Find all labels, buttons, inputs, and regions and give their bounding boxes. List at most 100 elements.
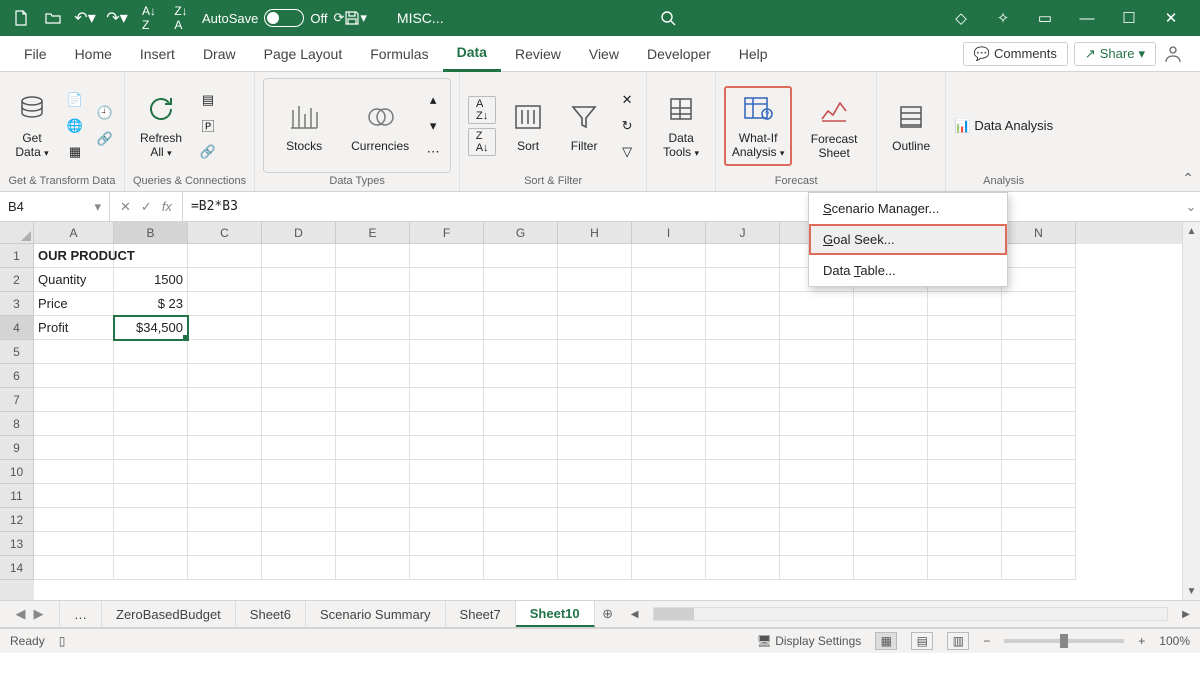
maximize-button[interactable]: ☐ — [1108, 0, 1150, 36]
cell-C14[interactable] — [188, 556, 262, 580]
cell-J13[interactable] — [706, 532, 780, 556]
data-tools-button[interactable]: DataTools ▾ — [655, 86, 707, 166]
menu-scenario-manager[interactable]: Scenario Manager... — [809, 193, 1007, 224]
cell-A3[interactable]: Price — [34, 292, 114, 316]
cell-H2[interactable] — [558, 268, 632, 292]
hscroll-track[interactable] — [653, 607, 1168, 621]
undo-icon[interactable]: ↶▾ — [72, 5, 98, 31]
cell-J11[interactable] — [706, 484, 780, 508]
cell-L4[interactable] — [854, 316, 928, 340]
name-box[interactable]: B4 ▾ — [0, 192, 110, 221]
get-data-button[interactable]: GetData ▾ — [8, 86, 56, 166]
search-icon[interactable] — [660, 10, 676, 26]
row-header-10[interactable]: 10 — [0, 460, 34, 484]
cell-N7[interactable] — [1002, 388, 1076, 412]
new-file-icon[interactable] — [8, 5, 34, 31]
row-header-12[interactable]: 12 — [0, 508, 34, 532]
cell-I11[interactable] — [632, 484, 706, 508]
cell-F6[interactable] — [410, 364, 484, 388]
cell-G9[interactable] — [484, 436, 558, 460]
page-break-view-button[interactable]: ▥ — [947, 632, 969, 650]
from-text-icon[interactable]: 📄 — [64, 89, 86, 111]
cell-H13[interactable] — [558, 532, 632, 556]
sort-asc-icon[interactable]: A↓Z — [136, 5, 162, 31]
cell-L3[interactable] — [854, 292, 928, 316]
menu-data-table[interactable]: Data Table... — [809, 255, 1007, 286]
cell-E5[interactable] — [336, 340, 410, 364]
row-header-2[interactable]: 2 — [0, 268, 34, 292]
cell-C11[interactable] — [188, 484, 262, 508]
currencies-button[interactable]: Currencies — [346, 86, 414, 166]
cell-D4[interactable] — [262, 316, 336, 340]
horizontal-scrollbar[interactable]: ◀ ▶ — [621, 607, 1200, 621]
row-header-13[interactable]: 13 — [0, 532, 34, 556]
sheet-tab-sheet6[interactable]: Sheet6 — [236, 601, 306, 627]
col-header-F[interactable]: F — [410, 222, 484, 244]
zoom-level[interactable]: 100% — [1159, 634, 1190, 648]
outline-button[interactable]: Outline — [885, 86, 937, 166]
cell-A10[interactable] — [34, 460, 114, 484]
cell-N10[interactable] — [1002, 460, 1076, 484]
tab-home[interactable]: Home — [61, 36, 126, 72]
cell-A1[interactable]: OUR PRODUCT — [34, 244, 114, 268]
menu-goal-seek[interactable]: Goal Seek... — [809, 224, 1007, 255]
cell-F8[interactable] — [410, 412, 484, 436]
close-button[interactable]: ✕ — [1150, 0, 1192, 36]
gallery-up-icon[interactable]: ▴ — [422, 89, 444, 111]
tab-view[interactable]: View — [575, 36, 633, 72]
cell-I3[interactable] — [632, 292, 706, 316]
save-icon[interactable] — [344, 10, 360, 26]
cell-E9[interactable] — [336, 436, 410, 460]
row-header-8[interactable]: 8 — [0, 412, 34, 436]
cell-N6[interactable] — [1002, 364, 1076, 388]
cell-H14[interactable] — [558, 556, 632, 580]
cell-E4[interactable] — [336, 316, 410, 340]
cell-I1[interactable] — [632, 244, 706, 268]
cell-K3[interactable] — [780, 292, 854, 316]
cell-H3[interactable] — [558, 292, 632, 316]
cell-M4[interactable] — [928, 316, 1002, 340]
cell-C6[interactable] — [188, 364, 262, 388]
cell-G13[interactable] — [484, 532, 558, 556]
macro-record-icon[interactable]: ▯ — [59, 634, 66, 648]
forecast-sheet-button[interactable]: ForecastSheet — [800, 86, 868, 166]
cell-A8[interactable] — [34, 412, 114, 436]
scroll-right-icon[interactable]: ▶ — [1178, 609, 1194, 620]
cell-C1[interactable] — [188, 244, 262, 268]
cell-G8[interactable] — [484, 412, 558, 436]
cell-F12[interactable] — [410, 508, 484, 532]
cell-F7[interactable] — [410, 388, 484, 412]
cell-B13[interactable] — [114, 532, 188, 556]
stocks-button[interactable]: Stocks — [270, 86, 338, 166]
cell-J9[interactable] — [706, 436, 780, 460]
cell-D6[interactable] — [262, 364, 336, 388]
cell-G12[interactable] — [484, 508, 558, 532]
tab-developer[interactable]: Developer — [633, 36, 725, 72]
filter-button[interactable]: Filter — [560, 86, 608, 166]
chevron-down-icon[interactable]: ▾ — [94, 199, 101, 215]
cell-A7[interactable] — [34, 388, 114, 412]
tab-review[interactable]: Review — [501, 36, 575, 72]
cell-D13[interactable] — [262, 532, 336, 556]
row-header-14[interactable]: 14 — [0, 556, 34, 580]
cell-M3[interactable] — [928, 292, 1002, 316]
cell-G10[interactable] — [484, 460, 558, 484]
cell-G11[interactable] — [484, 484, 558, 508]
cell-D12[interactable] — [262, 508, 336, 532]
cell-L12[interactable] — [854, 508, 928, 532]
cell-H7[interactable] — [558, 388, 632, 412]
cell-K8[interactable] — [780, 412, 854, 436]
gallery-more-icon[interactable]: ⋯ — [422, 141, 444, 163]
cell-F3[interactable] — [410, 292, 484, 316]
cell-D5[interactable] — [262, 340, 336, 364]
cell-A11[interactable] — [34, 484, 114, 508]
cell-I2[interactable] — [632, 268, 706, 292]
cell-M13[interactable] — [928, 532, 1002, 556]
cancel-formula-icon[interactable]: ✕ — [120, 199, 131, 215]
cell-C10[interactable] — [188, 460, 262, 484]
cell-L14[interactable] — [854, 556, 928, 580]
cell-M9[interactable] — [928, 436, 1002, 460]
cell-I10[interactable] — [632, 460, 706, 484]
sheet-tab-sheet7[interactable]: Sheet7 — [446, 601, 516, 627]
cell-B10[interactable] — [114, 460, 188, 484]
